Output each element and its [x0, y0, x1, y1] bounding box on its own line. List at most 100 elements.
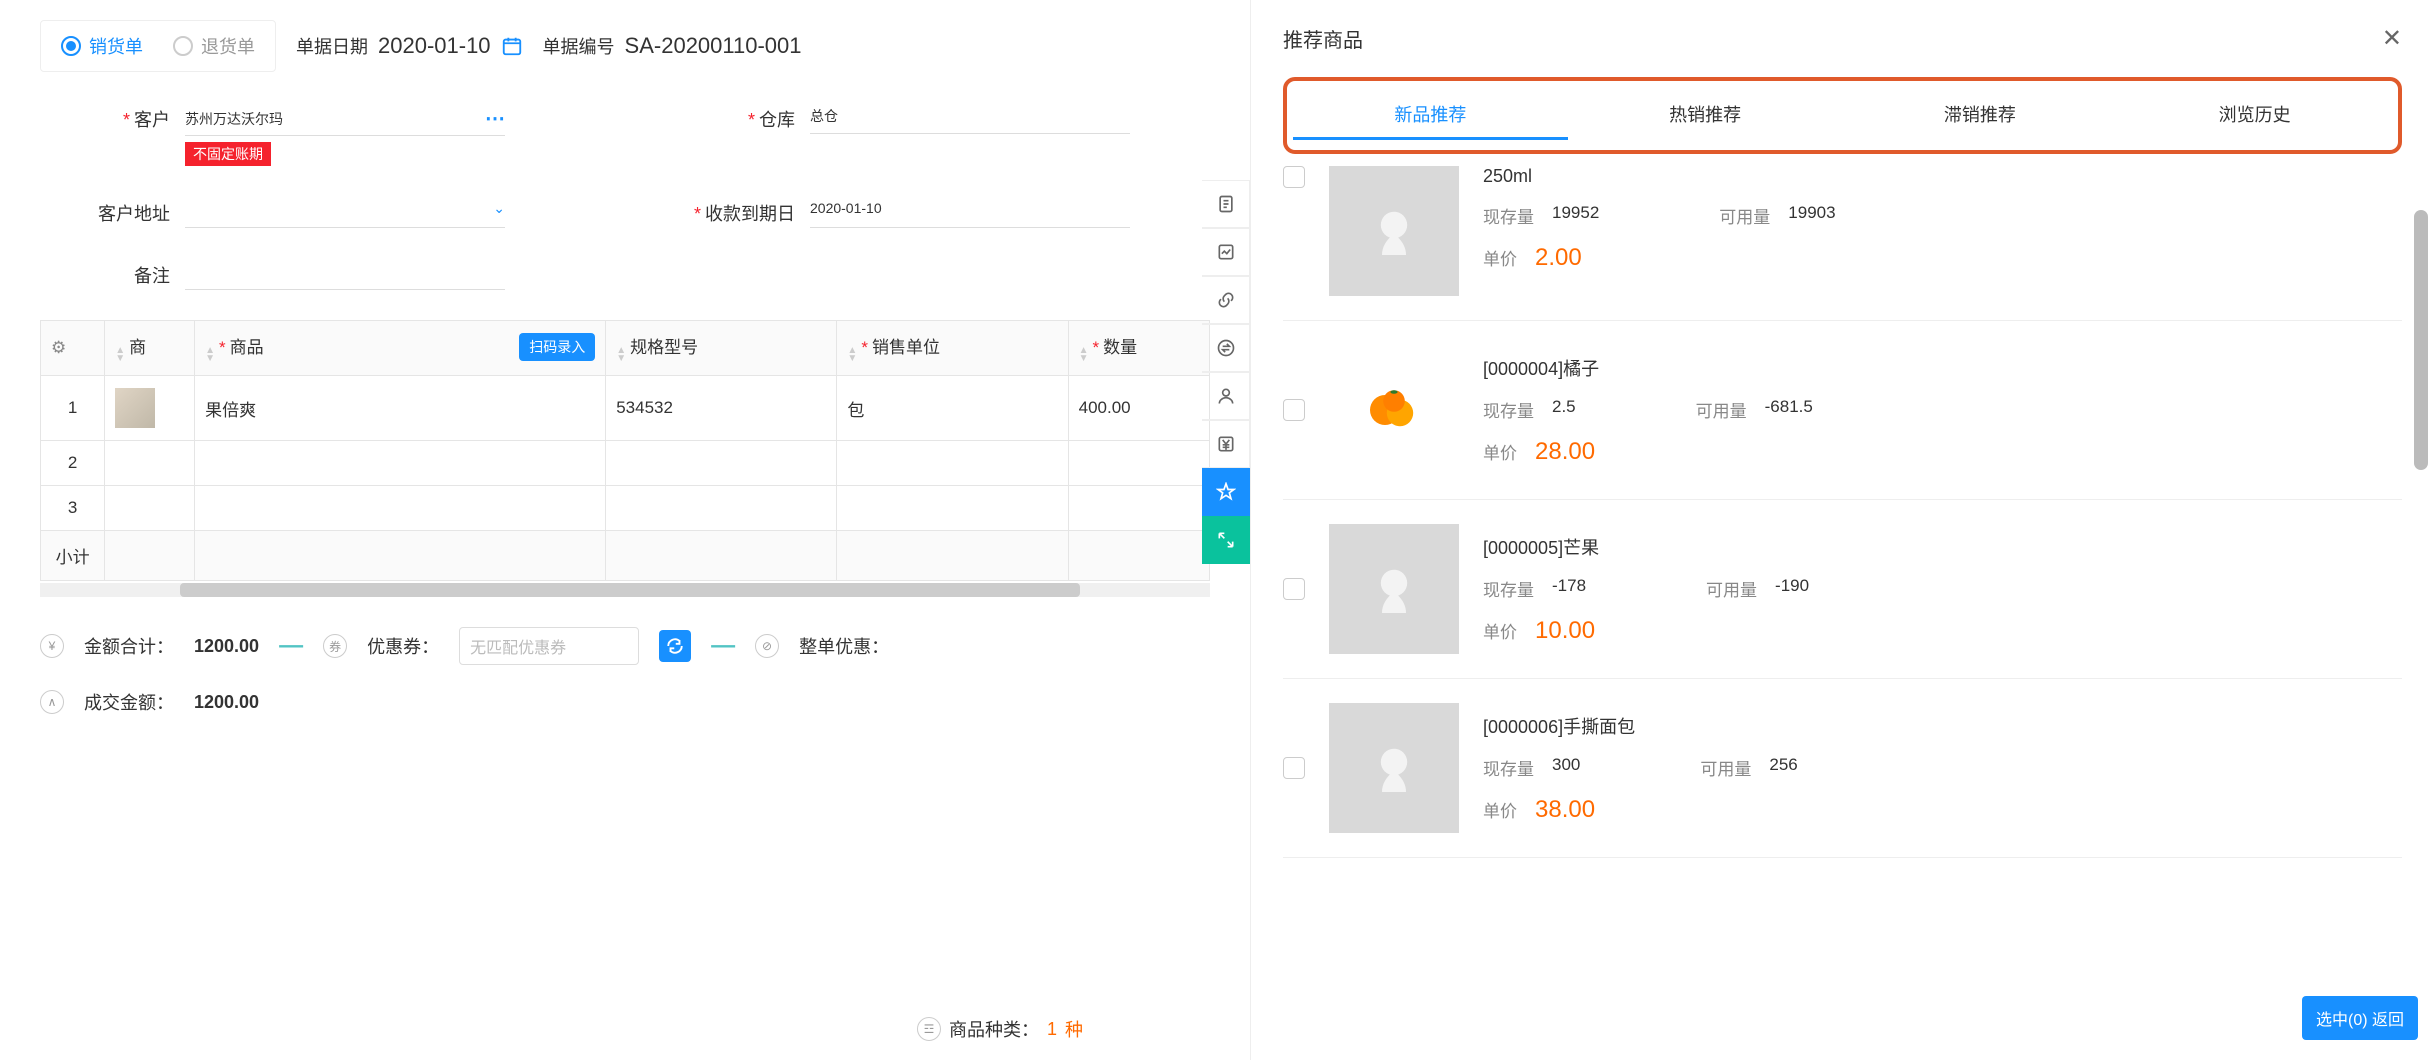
side-toolbar	[1202, 180, 1250, 564]
due-label: 收款到期日	[705, 204, 795, 224]
product-item: [0000005]芒果 现存量-178 可用量-190 单价10.00	[1283, 500, 2402, 679]
avail-value: 19903	[1788, 203, 1835, 228]
tab-sales-label: 销货单	[89, 33, 143, 59]
side-star-icon[interactable]	[1202, 468, 1250, 516]
coupon-input[interactable]: 无匹配优惠券	[459, 627, 639, 665]
remark-label: 备注	[134, 266, 170, 286]
sort-icon[interactable]: ▲▼	[616, 347, 626, 363]
order-no-label: 单据编号	[543, 33, 615, 59]
items-table: ⚙ ▲▼商 ▲▼*商品扫码录入 ▲▼规格型号 ▲▼*销售单位 ▲▼*数量 1 果…	[40, 320, 1210, 581]
date-label: 单据日期	[296, 33, 368, 59]
col-qty: 数量	[1103, 338, 1137, 357]
sort-icon[interactable]: ▲▼	[847, 347, 857, 363]
sort-icon[interactable]: ▲▼	[1079, 347, 1089, 363]
order-no-value: SA-20200110-001	[625, 33, 802, 59]
side-link-icon[interactable]	[1202, 276, 1250, 324]
product-checkbox[interactable]	[1283, 399, 1305, 421]
remark-input[interactable]	[185, 258, 505, 290]
tab-return-order[interactable]: 退货单	[173, 33, 255, 59]
product-name: 250ml	[1483, 166, 2402, 187]
sort-icon[interactable]: ▲▼	[115, 347, 125, 363]
refresh-button[interactable]	[659, 630, 691, 662]
tab-hot[interactable]: 热销推荐	[1568, 91, 1843, 140]
col-img: 商	[129, 338, 146, 357]
vertical-scrollbar[interactable]	[2414, 210, 2428, 970]
period-badge: 不固定账期	[185, 142, 271, 166]
discount-icon: ⊘	[755, 634, 779, 658]
avail-value: -681.5	[1765, 397, 1813, 422]
price-value: 28.00	[1535, 438, 1595, 466]
customer-picker-icon[interactable]: ⋯	[485, 106, 505, 131]
product-item: 250ml 现存量19952 可用量19903 单价2.00	[1283, 166, 2402, 321]
price-value: 10.00	[1535, 617, 1595, 645]
yen-icon: ¥	[40, 634, 64, 658]
tab-history[interactable]: 浏览历史	[2117, 91, 2392, 140]
stock-value: -178	[1552, 576, 1586, 601]
date-value[interactable]: 2020-01-10	[378, 33, 491, 59]
tab-slow[interactable]: 滞销推荐	[1843, 91, 2118, 140]
product-item: [0000006]手撕面包 现存量300 可用量256 单价38.00	[1283, 679, 2402, 858]
product-checkbox[interactable]	[1283, 166, 1305, 188]
side-doc-icon[interactable]	[1202, 180, 1250, 228]
tab-return-label: 退货单	[201, 33, 255, 59]
table-row[interactable]: 3	[41, 486, 1210, 531]
product-name: [0000004]橘子	[1483, 355, 2402, 381]
kind-value: 1	[1047, 1019, 1057, 1040]
select-return-button[interactable]: 选中(0) 返回	[2302, 996, 2418, 1040]
product-name: [0000006]手撕面包	[1483, 713, 2402, 739]
price-value: 38.00	[1535, 796, 1595, 824]
product-image	[1329, 345, 1459, 475]
horizontal-scrollbar[interactable]	[40, 583, 1210, 597]
tab-sales-order[interactable]: 销货单	[61, 33, 143, 59]
side-expand-icon[interactable]	[1202, 516, 1250, 564]
order-type-tabs: 销货单 退货单	[40, 20, 276, 72]
recommendation-tabs: 新品推荐 热销推荐 滞销推荐 浏览历史	[1283, 77, 2402, 154]
chevron-down-icon[interactable]: ⌄	[493, 200, 505, 223]
table-row[interactable]: 1 果倍爽534532包400.00	[41, 376, 1210, 441]
kind-unit: 种	[1065, 1016, 1083, 1042]
total-value: 1200.00	[194, 636, 259, 657]
warehouse-value[interactable]: 总仓	[810, 108, 838, 124]
stock-value: 19952	[1552, 203, 1599, 228]
deal-icon: ∧	[40, 690, 64, 714]
stock-value: 2.5	[1552, 397, 1576, 422]
table-row[interactable]: 2	[41, 441, 1210, 486]
side-swap-icon[interactable]	[1202, 324, 1250, 372]
product-thumb	[115, 388, 155, 428]
panel-title: 推荐商品	[1283, 24, 1363, 53]
side-yen-icon[interactable]	[1202, 420, 1250, 468]
sort-icon[interactable]: ▲▼	[205, 347, 215, 363]
col-product: 商品	[230, 338, 264, 357]
deal-value: 1200.00	[194, 692, 259, 713]
radio-checked-icon	[61, 36, 81, 56]
product-image-placeholder	[1329, 166, 1459, 296]
discount-label: 整单优惠：	[799, 633, 889, 659]
scan-button[interactable]: 扫码录入	[519, 333, 595, 361]
product-item: [0000004]橘子 现存量2.5 可用量-681.5 单价28.00	[1283, 321, 2402, 500]
side-chart-icon[interactable]	[1202, 228, 1250, 276]
deal-label: 成交金额：	[84, 689, 174, 715]
customer-value[interactable]: 苏州万达沃尔玛	[185, 109, 283, 129]
side-user-icon[interactable]	[1202, 372, 1250, 420]
calendar-icon[interactable]	[501, 35, 523, 57]
minus-icon: —	[711, 632, 735, 660]
product-checkbox[interactable]	[1283, 757, 1305, 779]
kind-label: 商品种类：	[949, 1016, 1039, 1042]
avail-value: 256	[1769, 755, 1797, 780]
due-value[interactable]: 2020-01-10	[810, 200, 882, 216]
product-checkbox[interactable]	[1283, 578, 1305, 600]
col-unit: 销售单位	[872, 338, 940, 357]
subtotal-label: 小计	[41, 531, 105, 581]
total-label: 金额合计：	[84, 633, 174, 659]
warehouse-label: 仓库	[759, 110, 795, 130]
radio-unchecked-icon	[173, 36, 193, 56]
price-value: 2.00	[1535, 244, 1582, 272]
product-image-placeholder	[1329, 703, 1459, 833]
close-icon[interactable]: ✕	[2382, 24, 2402, 53]
avail-value: -190	[1775, 576, 1809, 601]
col-spec: 规格型号	[630, 338, 698, 357]
gear-icon[interactable]: ⚙	[51, 338, 66, 357]
coupon-label: 优惠券：	[367, 633, 439, 659]
minus-icon: —	[279, 632, 303, 660]
tab-new[interactable]: 新品推荐	[1293, 91, 1568, 140]
